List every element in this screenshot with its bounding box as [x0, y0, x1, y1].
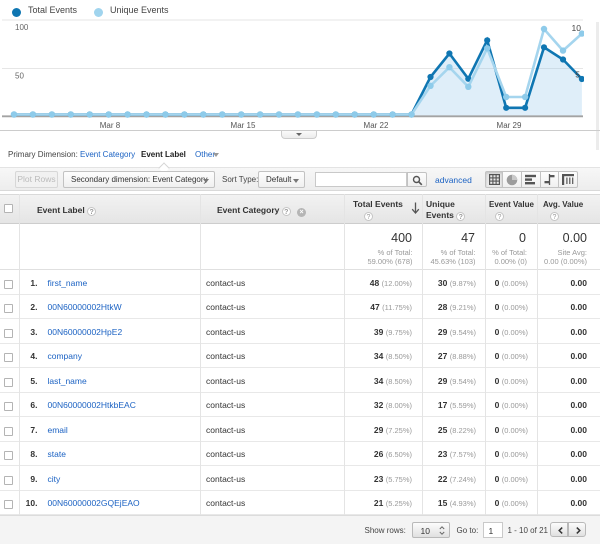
svg-text:50: 50 — [15, 72, 24, 81]
svg-text:5: 5 — [575, 70, 580, 80]
svg-text:100: 100 — [15, 23, 29, 32]
svg-text:10: 10 — [572, 23, 582, 33]
